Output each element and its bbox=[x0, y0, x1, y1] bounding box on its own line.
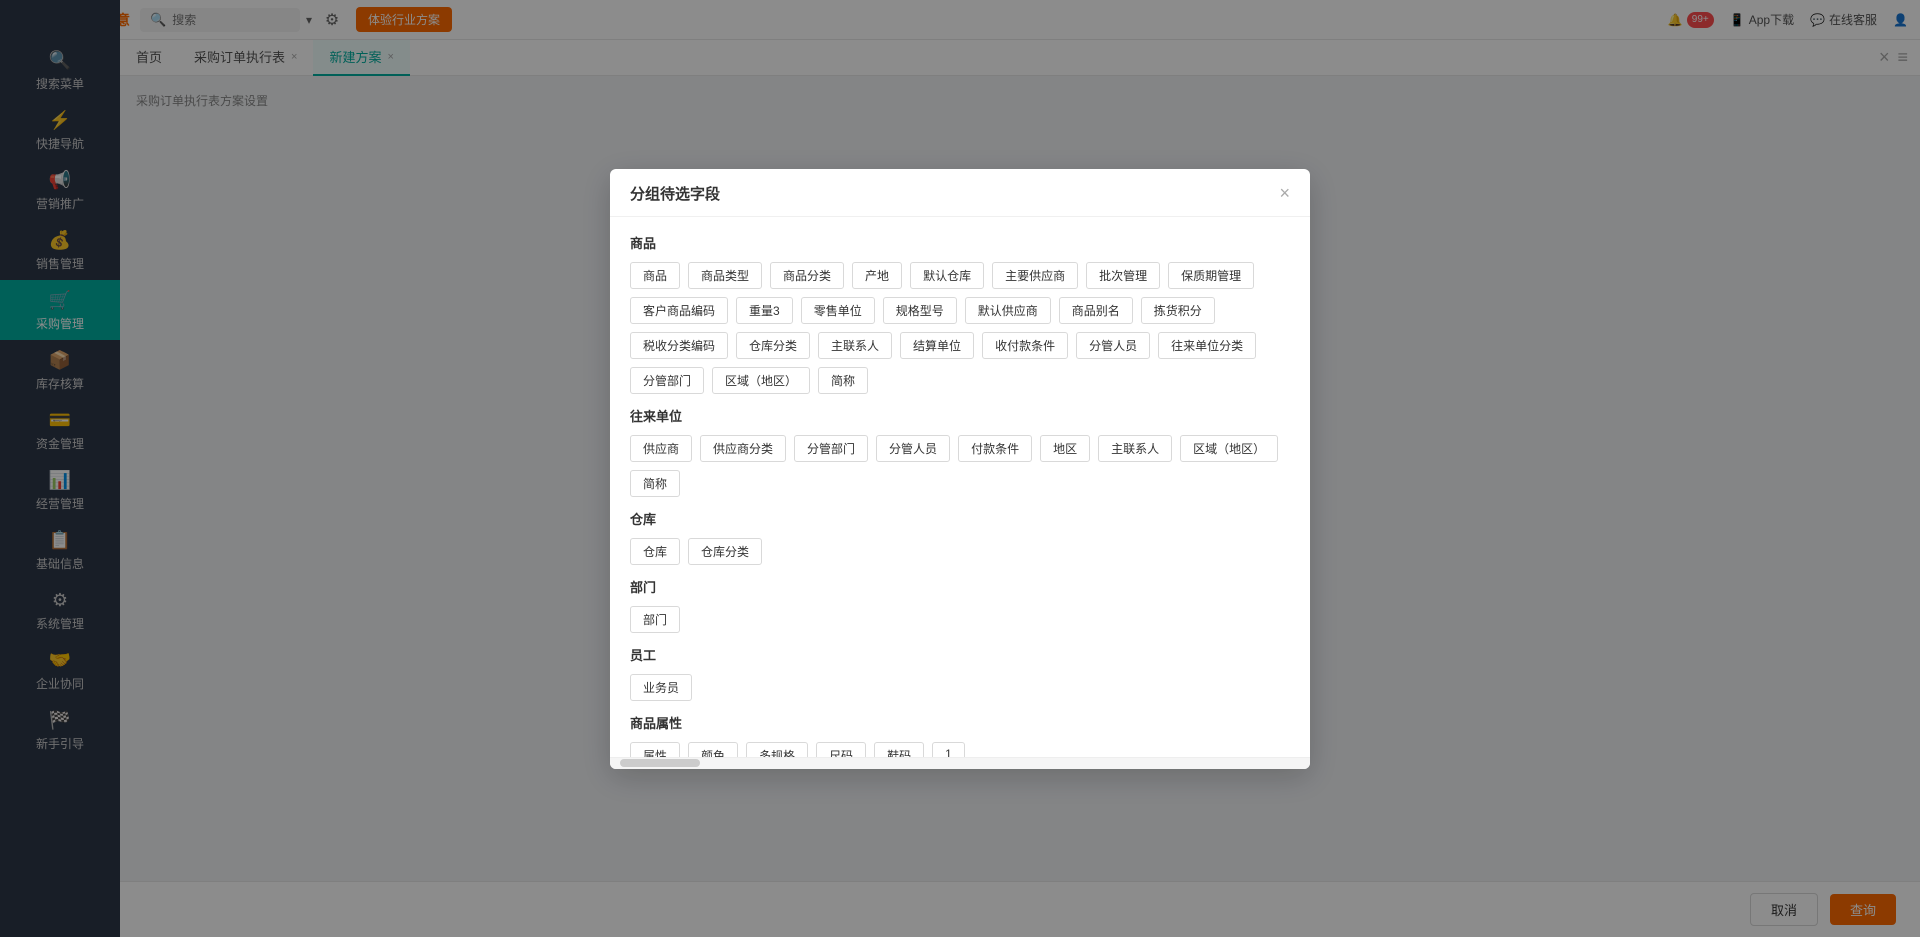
field-tag-partner-6[interactable]: 主联系人 bbox=[1098, 435, 1172, 462]
field-tag-warehouse-0[interactable]: 仓库 bbox=[630, 538, 680, 565]
field-tags-employee: 业务员 bbox=[630, 674, 1290, 701]
field-tag-product-20[interactable]: 分管人员 bbox=[1076, 332, 1150, 359]
field-tag-product-10[interactable]: 零售单位 bbox=[801, 297, 875, 324]
field-tag-product-attr-0[interactable]: 属性 bbox=[630, 742, 680, 758]
field-tag-department-0[interactable]: 部门 bbox=[630, 606, 680, 633]
field-tag-product-attr-5[interactable]: 1 bbox=[932, 742, 965, 758]
section-title-warehouse: 仓库 bbox=[630, 509, 1290, 528]
field-tag-product-5[interactable]: 主要供应商 bbox=[992, 262, 1078, 289]
field-tag-product-13[interactable]: 商品别名 bbox=[1059, 297, 1133, 324]
field-tag-product-15[interactable]: 税收分类编码 bbox=[630, 332, 728, 359]
field-tag-partner-4[interactable]: 付款条件 bbox=[958, 435, 1032, 462]
field-tag-product-11[interactable]: 规格型号 bbox=[883, 297, 957, 324]
modal-scroll-rail[interactable] bbox=[610, 757, 1310, 768]
field-tag-product-17[interactable]: 主联系人 bbox=[818, 332, 892, 359]
field-tag-product-2[interactable]: 商品分类 bbox=[770, 262, 844, 289]
field-tag-product-6[interactable]: 批次管理 bbox=[1086, 262, 1160, 289]
field-tags-partner: 供应商供应商分类分管部门分管人员付款条件地区主联系人区域（地区） 简称 bbox=[630, 435, 1290, 497]
field-tag-partner-8[interactable]: 简称 bbox=[630, 470, 680, 497]
field-tag-product-24[interactable]: 简称 bbox=[818, 367, 868, 394]
field-tag-partner-1[interactable]: 供应商分类 bbox=[700, 435, 786, 462]
modal-dialog: 分组待选字段 × 商品商品商品类型商品分类产地默认仓库主要供应商批次管理保质期管… bbox=[610, 169, 1310, 769]
field-tag-product-23[interactable]: 区域（地区） bbox=[712, 367, 810, 394]
field-tag-partner-3[interactable]: 分管人员 bbox=[876, 435, 950, 462]
field-tag-product-7[interactable]: 保质期管理 bbox=[1168, 262, 1254, 289]
modal-header: 分组待选字段 × bbox=[610, 169, 1310, 217]
field-tag-product-attr-4[interactable]: 鞋码 bbox=[874, 742, 924, 758]
field-tags-product: 商品商品类型商品分类产地默认仓库主要供应商批次管理保质期管理客户商品编码重量3 零… bbox=[630, 262, 1290, 394]
field-tag-partner-2[interactable]: 分管部门 bbox=[794, 435, 868, 462]
field-tag-employee-0[interactable]: 业务员 bbox=[630, 674, 692, 701]
field-tag-product-8[interactable]: 客户商品编码 bbox=[630, 297, 728, 324]
modal-title: 分组待选字段 bbox=[630, 183, 720, 204]
field-tag-product-0[interactable]: 商品 bbox=[630, 262, 680, 289]
modal-body[interactable]: 商品商品商品类型商品分类产地默认仓库主要供应商批次管理保质期管理客户商品编码重量… bbox=[610, 217, 1310, 758]
section-title-employee: 员工 bbox=[630, 645, 1290, 664]
modal-overlay: 分组待选字段 × 商品商品商品类型商品分类产地默认仓库主要供应商批次管理保质期管… bbox=[0, 0, 1920, 937]
field-tag-product-19[interactable]: 收付款条件 bbox=[982, 332, 1068, 359]
section-title-product-attr: 商品属性 bbox=[630, 713, 1290, 732]
field-tag-partner-5[interactable]: 地区 bbox=[1040, 435, 1090, 462]
field-tag-partner-7[interactable]: 区域（地区） bbox=[1180, 435, 1278, 462]
field-tag-product-3[interactable]: 产地 bbox=[852, 262, 902, 289]
field-tag-product-attr-2[interactable]: 多规格 bbox=[746, 742, 808, 758]
field-tag-product-18[interactable]: 结算单位 bbox=[900, 332, 974, 359]
field-tag-product-12[interactable]: 默认供应商 bbox=[965, 297, 1051, 324]
field-tags-warehouse: 仓库仓库分类 bbox=[630, 538, 1290, 565]
field-tags-department: 部门 bbox=[630, 606, 1290, 633]
field-tag-product-attr-3[interactable]: 尺码 bbox=[816, 742, 866, 758]
field-tags-product-attr: 属性颜色多规格尺码鞋码 1 bbox=[630, 742, 1290, 758]
section-title-department: 部门 bbox=[630, 577, 1290, 596]
field-tag-product-22[interactable]: 分管部门 bbox=[630, 367, 704, 394]
field-tag-product-16[interactable]: 仓库分类 bbox=[736, 332, 810, 359]
field-tag-product-1[interactable]: 商品类型 bbox=[688, 262, 762, 289]
field-tag-product-attr-1[interactable]: 颜色 bbox=[688, 742, 738, 758]
field-tag-warehouse-1[interactable]: 仓库分类 bbox=[688, 538, 762, 565]
field-tag-partner-0[interactable]: 供应商 bbox=[630, 435, 692, 462]
section-title-partner: 往来单位 bbox=[630, 406, 1290, 425]
modal-scroll-thumb bbox=[620, 759, 700, 767]
field-tag-product-4[interactable]: 默认仓库 bbox=[910, 262, 984, 289]
modal-close-button[interactable]: × bbox=[1279, 183, 1290, 204]
field-tag-product-14[interactable]: 拣货积分 bbox=[1141, 297, 1215, 324]
field-tag-product-21[interactable]: 往来单位分类 bbox=[1158, 332, 1256, 359]
field-tag-product-9[interactable]: 重量3 bbox=[736, 297, 793, 324]
section-title-product: 商品 bbox=[630, 233, 1290, 252]
